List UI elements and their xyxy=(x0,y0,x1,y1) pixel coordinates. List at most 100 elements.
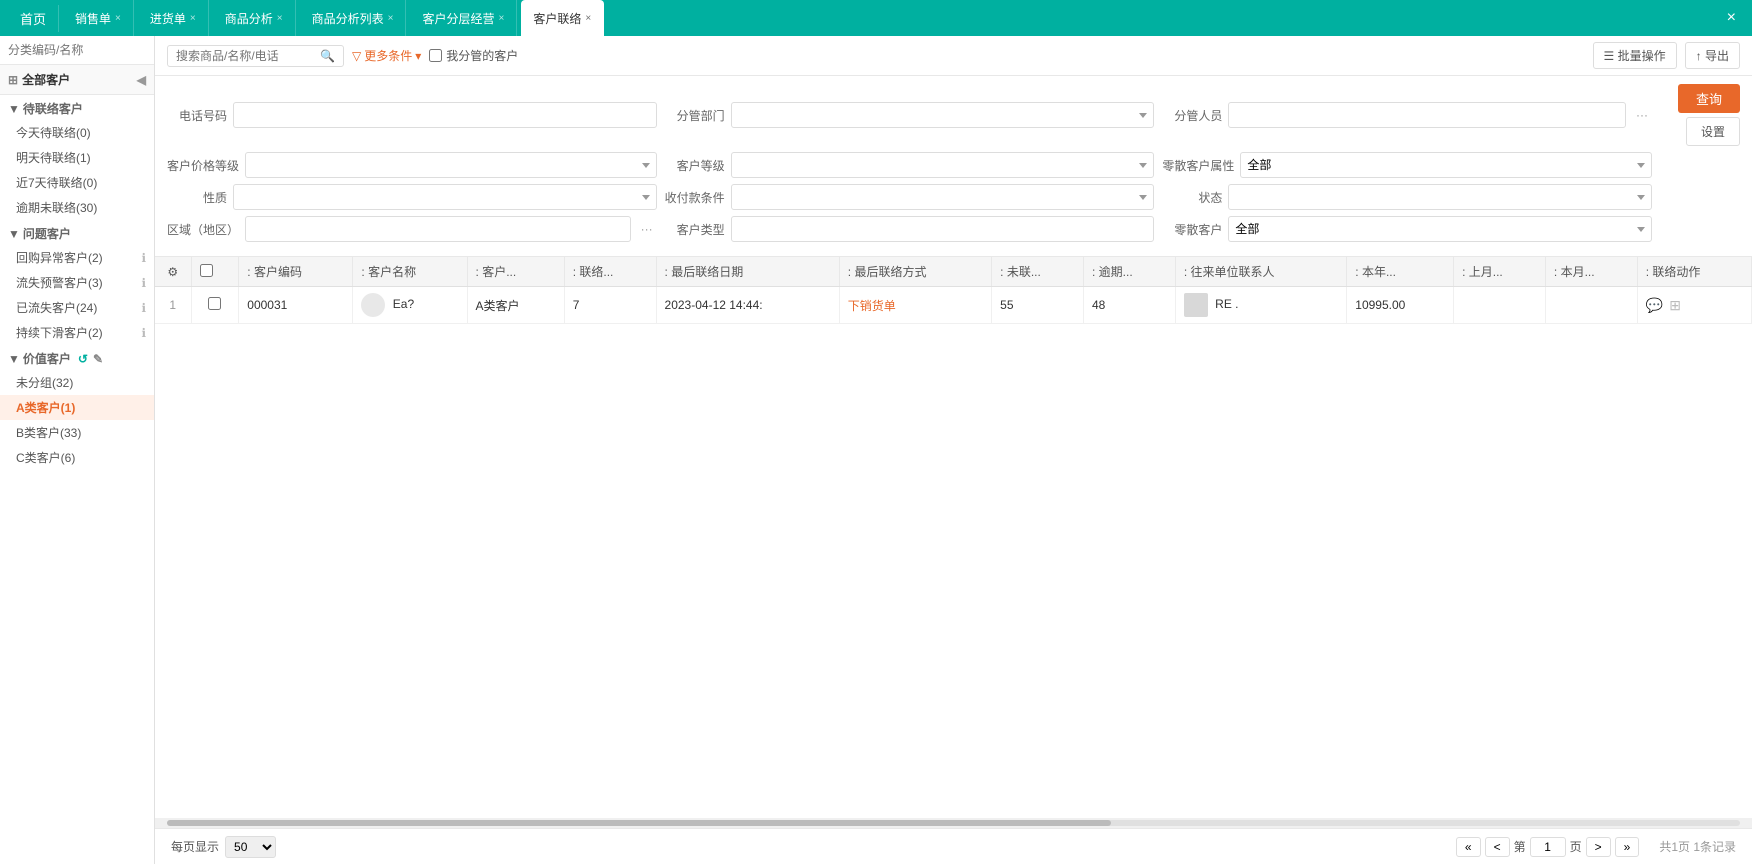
nav-tab-product-analysis-list[interactable]: 商品分析列表 × xyxy=(300,0,407,36)
sidebar-item-7days-contact[interactable]: 近7天待联络(0) xyxy=(0,170,154,195)
person-more-btn[interactable]: ··· xyxy=(1632,108,1652,122)
cell-category: A类客户 xyxy=(467,287,564,324)
status-select[interactable] xyxy=(1228,184,1652,210)
export-btn[interactable]: ↑ 导出 xyxy=(1685,42,1740,69)
dept-select[interactable] xyxy=(731,102,1155,128)
sidebar-search-input[interactable] xyxy=(8,43,155,57)
first-page-btn[interactable]: « xyxy=(1456,837,1481,857)
close-tab-customer-segmentation[interactable]: × xyxy=(498,13,504,24)
dept-label: 分管部门 xyxy=(665,107,725,124)
customer-type-input[interactable] xyxy=(731,216,1155,242)
cell-checkbox[interactable] xyxy=(191,287,239,324)
nav-tab-product-analysis[interactable]: 商品分析 × xyxy=(213,0,296,36)
th-last-month[interactable]: : 上月... xyxy=(1454,257,1546,287)
settings-btn[interactable]: 设置 xyxy=(1686,117,1740,146)
th-name[interactable]: : 客户名称 xyxy=(353,257,467,287)
th-action[interactable]: : 联络动作 xyxy=(1637,257,1751,287)
th-this-month[interactable]: : 本月... xyxy=(1545,257,1637,287)
search-icon[interactable]: 🔍 xyxy=(320,49,335,63)
close-tab-product-analysis[interactable]: × xyxy=(277,13,283,24)
next-page-btn[interactable]: > xyxy=(1586,837,1611,857)
retail-attr-select[interactable]: 全部 xyxy=(1240,152,1652,178)
sidebar-item-c-class[interactable]: C类客户(6) xyxy=(0,445,154,470)
data-table: ⚙ : 客户编码 : 客户名称 : 客户... : 联络... : 最后联络日期… xyxy=(155,257,1752,324)
batch-operations-btn[interactable]: ☰ 批量操作 xyxy=(1593,42,1677,69)
sidebar-item-churn-warning[interactable]: 流失预警客户(3) ℹ xyxy=(0,270,154,295)
share-icon[interactable]: ⊞ xyxy=(1669,297,1681,314)
sidebar-item-a-class[interactable]: A类客户(1) xyxy=(0,395,154,420)
cell-last-contact-method: 下销货单 xyxy=(839,287,991,324)
table-row: 1 000031 Ea? A类客户 7 2023-04-12 14:44: 下销… xyxy=(155,287,1752,324)
close-tab-customer-contact[interactable]: × xyxy=(585,13,591,24)
sidebar-item-churned[interactable]: 已流失客户(24) ℹ xyxy=(0,295,154,320)
close-tab-purchase[interactable]: × xyxy=(190,13,196,24)
th-this-year[interactable]: : 本年... xyxy=(1347,257,1454,287)
customer-level-select[interactable] xyxy=(731,152,1155,178)
th-no-contact[interactable]: : 未联... xyxy=(992,257,1084,287)
arrow-down-icon: ▼ xyxy=(8,102,20,116)
my-customers-checkbox[interactable] xyxy=(429,49,442,62)
row-checkbox[interactable] xyxy=(208,297,221,310)
sidebar-item-declining[interactable]: 持续下滑客户(2) ℹ xyxy=(0,320,154,345)
sidebar-item-b-class[interactable]: B类客户(33) xyxy=(0,420,154,445)
person-input[interactable] xyxy=(1228,102,1626,128)
more-conditions-btn[interactable]: ▽ 更多条件 ▾ xyxy=(352,47,421,64)
sidebar-all-customers-header[interactable]: ⊞ 全部客户 ◀ xyxy=(0,65,154,95)
nav-home[interactable]: 首页 xyxy=(8,5,59,32)
cell-name: Ea? xyxy=(353,287,467,324)
search-box: 🔍 xyxy=(167,45,344,67)
collapse-icon[interactable]: ◀ xyxy=(137,73,146,87)
sidebar-item-tomorrow-contact[interactable]: 明天待联络(1) xyxy=(0,145,154,170)
th-settings[interactable]: ⚙ xyxy=(155,257,191,287)
th-unit-contact[interactable]: : 往来单位联系人 xyxy=(1175,257,1346,287)
cell-no-contact: 55 xyxy=(992,287,1084,324)
window-close-button[interactable]: × xyxy=(1719,9,1744,27)
per-page-select[interactable]: 50 100 200 xyxy=(225,836,276,858)
refresh-icon[interactable]: ↺ xyxy=(78,352,88,366)
filter-bar: 🔍 ▽ 更多条件 ▾ 我分管的客户 ☰ 批量操作 ↑ 导出 xyxy=(155,36,1752,76)
sidebar: 🔍 ⊞ 全部客户 ◀ ▼ 待联络客户 今天待联络(0) 明天待联络(1) 近7天… xyxy=(0,36,155,864)
sidebar-item-today-contact[interactable]: 今天待联络(0) xyxy=(0,120,154,145)
close-tab-product-analysis-list[interactable]: × xyxy=(388,13,394,24)
sidebar-item-ungrouped[interactable]: 未分组(32) xyxy=(0,370,154,395)
retail-customer-select[interactable]: 全部 xyxy=(1228,216,1652,242)
th-last-contact-method[interactable]: : 最后联络方式 xyxy=(839,257,991,287)
prev-page-btn[interactable]: < xyxy=(1485,837,1510,857)
th-checkbox[interactable] xyxy=(191,257,239,287)
th-last-contact-date[interactable]: : 最后联络日期 xyxy=(656,257,839,287)
nav-tab-customer-contact[interactable]: 客户联络 × xyxy=(521,0,604,36)
my-customers-filter[interactable]: 我分管的客户 xyxy=(429,47,518,64)
last-page-btn[interactable]: » xyxy=(1615,837,1640,857)
payment-select[interactable] xyxy=(731,184,1155,210)
nav-tab-customer-segmentation[interactable]: 客户分层经营 × xyxy=(410,0,517,36)
data-table-container: ⚙ : 客户编码 : 客户名称 : 客户... : 联络... : 最后联络日期… xyxy=(155,257,1752,818)
sidebar-item-repurchase-abnormal[interactable]: 回购异常客户(2) ℹ xyxy=(0,245,154,270)
sidebar-group-pending[interactable]: ▼ 待联络客户 xyxy=(0,95,154,120)
th-contact[interactable]: : 联络... xyxy=(564,257,656,287)
page-number-input[interactable] xyxy=(1530,837,1566,857)
sidebar-group-problem[interactable]: ▼ 问题客户 xyxy=(0,220,154,245)
edit-icon[interactable]: ✎ xyxy=(93,352,103,366)
th-code[interactable]: : 客户编码 xyxy=(239,257,353,287)
search-input[interactable] xyxy=(176,49,316,63)
query-btn[interactable]: 查询 xyxy=(1678,84,1740,113)
horizontal-scrollbar[interactable] xyxy=(155,818,1752,828)
scroll-thumb[interactable] xyxy=(167,820,1111,826)
nav-tab-sales[interactable]: 销售单 × xyxy=(63,0,134,36)
phone-input[interactable] xyxy=(233,102,657,128)
sidebar-group-value[interactable]: ▼ 价值客户 ↺ ✎ xyxy=(0,345,154,370)
th-category[interactable]: : 客户... xyxy=(467,257,564,287)
close-tab-sales[interactable]: × xyxy=(115,13,121,24)
payment-label: 收付款条件 xyxy=(665,189,725,206)
select-all-checkbox[interactable] xyxy=(200,264,213,277)
sidebar-item-overdue-contact[interactable]: 逾期未联络(30) xyxy=(0,195,154,220)
area-input[interactable] xyxy=(245,216,631,242)
nature-select[interactable] xyxy=(233,184,657,210)
contact-method-link[interactable]: 下销货单 xyxy=(848,299,896,313)
message-icon[interactable]: 💬 xyxy=(1646,297,1663,314)
th-overdue[interactable]: : 逾期... xyxy=(1083,257,1175,287)
area-more-btn[interactable]: ··· xyxy=(637,222,657,236)
price-level-select[interactable] xyxy=(245,152,657,178)
nav-tab-purchase[interactable]: 进货单 × xyxy=(138,0,209,36)
status-label: 状态 xyxy=(1162,189,1222,206)
